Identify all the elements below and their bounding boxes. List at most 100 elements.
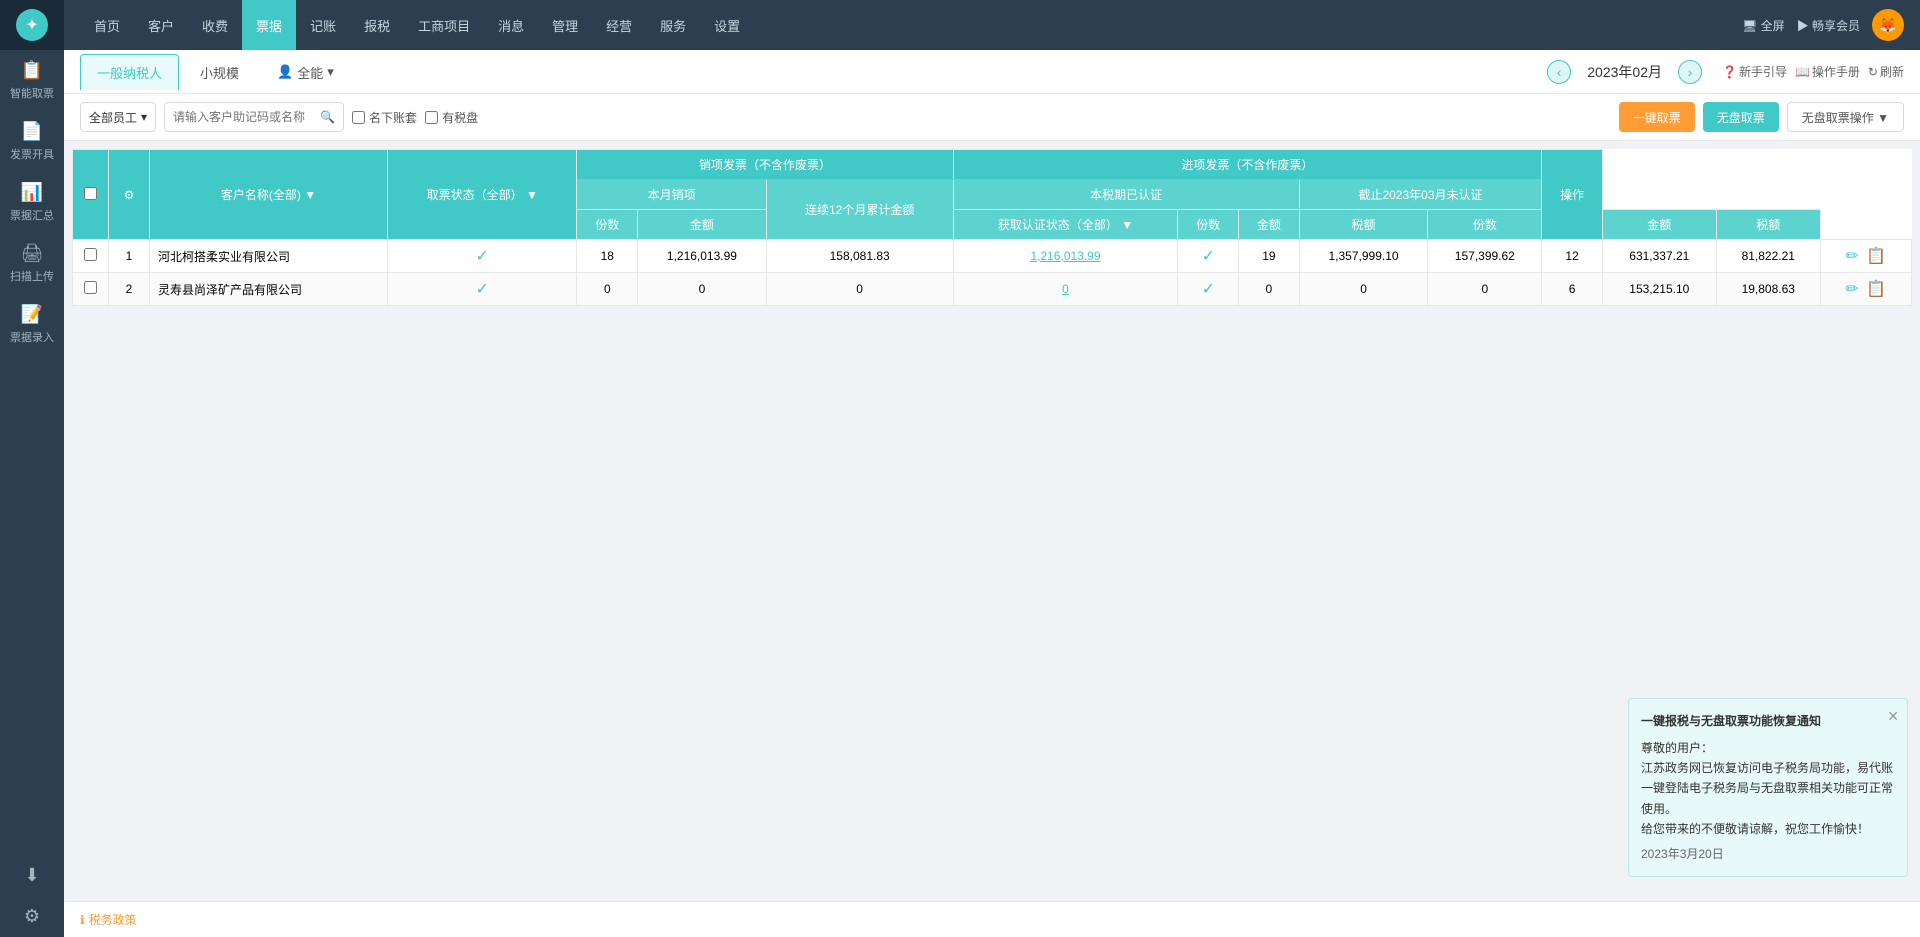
sidebar-item-invoice-issue[interactable]: 📄 发票开具 bbox=[0, 111, 64, 172]
member-btn[interactable]: ▶ 畅享会员 bbox=[1797, 17, 1860, 34]
notification-close-btn[interactable]: ✕ bbox=[1887, 705, 1899, 729]
row-uncert-amount: 631,337.21 bbox=[1602, 240, 1716, 273]
prev-period-btn[interactable]: ‹ bbox=[1547, 60, 1571, 84]
row-num: 1 bbox=[109, 240, 150, 273]
nav-home[interactable]: 首页 bbox=[80, 0, 134, 50]
th-status[interactable]: 取票状态（全部） ▼ bbox=[387, 150, 577, 240]
sidebar-item-smart-fetch[interactable]: 📋 智能取票 bbox=[0, 50, 64, 111]
tax-policy-link[interactable]: ℹ 税务政策 bbox=[80, 911, 137, 928]
user-avatar[interactable]: 🦊 bbox=[1872, 9, 1904, 41]
nav-management[interactable]: 管理 bbox=[538, 0, 592, 50]
th-cumulative: 连续12个月累计金额 bbox=[766, 180, 953, 240]
search-icon[interactable]: 🔍 bbox=[320, 110, 335, 124]
next-period-btn[interactable]: › bbox=[1678, 60, 1702, 84]
nav-business[interactable]: 工商项目 bbox=[404, 0, 484, 50]
th-uncert-count: 份数 bbox=[1428, 210, 1542, 240]
row-uncert-tax: 19,808.63 bbox=[1716, 273, 1820, 306]
top-navigation: 首页 客户 收费 票据 记账 报税 工商项目 消息 管理 经营 服务 设置 🖥 … bbox=[64, 0, 1920, 50]
row-cur-cert-tax: 0 bbox=[1428, 273, 1542, 306]
row-status: ✓ bbox=[387, 273, 577, 306]
row-cert-status: ✓ bbox=[1178, 273, 1239, 306]
tax-disk-checkbox-label[interactable]: 有税盘 bbox=[425, 109, 478, 126]
th-uncert-amount: 金额 bbox=[1602, 210, 1716, 240]
invoice-table: ⚙ 客户名称(全部) ▼ 取票状态（全部） ▼ 销项发票（不含作废票） 进项发票… bbox=[72, 149, 1912, 306]
sidebar-item-settings[interactable]: ⚙ bbox=[0, 896, 64, 937]
row-month-tax: 158,081.83 bbox=[766, 240, 953, 273]
staff-selector[interactable]: 全部员工 ▾ bbox=[80, 102, 156, 132]
tab-small-scale[interactable]: 小规模 bbox=[183, 54, 256, 90]
refresh-btn[interactable]: ↻ 刷新 bbox=[1868, 63, 1904, 80]
row-checkbox[interactable] bbox=[84, 248, 97, 261]
th-uncert-tax: 税额 bbox=[1716, 210, 1820, 240]
row-uncert-count: 12 bbox=[1542, 240, 1603, 273]
copy-btn[interactable]: 📋 bbox=[1866, 281, 1886, 298]
th-before-march: 截止2023年03月未认证 bbox=[1299, 180, 1542, 210]
invoice-summary-icon: 📊 bbox=[21, 182, 43, 203]
th-checkbox bbox=[73, 150, 109, 240]
period-label: 2023年02月 bbox=[1579, 62, 1670, 82]
fullscreen-btn[interactable]: 🖥 全屏 bbox=[1742, 17, 1785, 34]
sidebar-item-download[interactable]: ⬇ bbox=[0, 855, 64, 896]
no-disk-ops-btn[interactable]: 无盘取票操作 ▼ bbox=[1787, 102, 1904, 132]
nav-invoice[interactable]: 票据 bbox=[242, 0, 296, 50]
staff-label: 全部员工 bbox=[89, 109, 137, 126]
info-icon: ℹ bbox=[80, 913, 85, 927]
row-cur-cert-amount: 1,357,999.10 bbox=[1299, 240, 1428, 273]
manual-btn[interactable]: 📖 操作手册 bbox=[1795, 63, 1860, 80]
row-cumulative: 1,216,013.99 bbox=[953, 240, 1178, 273]
row-cur-cert-amount: 0 bbox=[1299, 273, 1428, 306]
account-checkbox-label[interactable]: 名下账套 bbox=[352, 109, 417, 126]
dropdown-icon: ▾ bbox=[141, 110, 147, 124]
nav-billing[interactable]: 收费 bbox=[188, 0, 242, 50]
search-wrap: 🔍 bbox=[164, 102, 344, 132]
sidebar-item-invoice-summary[interactable]: 📊 票据汇总 bbox=[0, 172, 64, 233]
settings-icon: ⚙ bbox=[24, 906, 40, 927]
select-all-checkbox[interactable] bbox=[84, 187, 97, 200]
nav-customer[interactable]: 客户 bbox=[134, 0, 188, 50]
no-disk-fetch-btn[interactable]: 无盘取票 bbox=[1703, 102, 1779, 132]
download-icon: ⬇ bbox=[24, 865, 39, 886]
toolbar-right: 一键取票 无盘取票 无盘取票操作 ▼ bbox=[1619, 102, 1904, 132]
row-customer: 灵寿县尚泽矿产品有限公司 bbox=[150, 273, 388, 306]
period-navigation: ‹ 2023年02月 › bbox=[1547, 60, 1702, 84]
refresh-icon: ↻ bbox=[1868, 65, 1878, 79]
table-row: 1 河北柯搭柔实业有限公司 ✓ 18 1,216,013.99 158,081.… bbox=[73, 240, 1912, 273]
nav-tax[interactable]: 报税 bbox=[350, 0, 404, 50]
th-cert-status[interactable]: 获取认证状态（全部） ▼ bbox=[953, 210, 1178, 240]
nav-settings[interactable]: 设置 bbox=[700, 0, 754, 50]
sidebar-bottom: ⬇ ⚙ bbox=[0, 855, 64, 937]
new-guide-btn[interactable]: ❓ 新手引导 bbox=[1722, 63, 1787, 80]
one-click-fetch-btn[interactable]: 一键取票 bbox=[1619, 102, 1695, 132]
sidebar-item-invoice-entry[interactable]: 📝 票据录入 bbox=[0, 294, 64, 355]
nav-service[interactable]: 服务 bbox=[646, 0, 700, 50]
topnav-right: 🖥 全屏 ▶ 畅享会员 🦊 bbox=[1742, 9, 1904, 41]
row-actions: ✏ 📋 bbox=[1820, 240, 1911, 273]
tab-general-taxpayer[interactable]: 一般纳税人 bbox=[80, 54, 179, 90]
row-cur-cert-count: 19 bbox=[1239, 240, 1300, 273]
notification-title: 一键报税与无盘取票功能恢复通知 bbox=[1641, 711, 1895, 731]
search-input[interactable] bbox=[173, 110, 320, 124]
row-cur-cert-tax: 157,399.62 bbox=[1428, 240, 1542, 273]
account-checkbox[interactable] bbox=[352, 111, 365, 124]
edit-btn[interactable]: ✏ bbox=[1846, 248, 1859, 265]
row-uncert-tax: 81,822.21 bbox=[1716, 240, 1820, 273]
copy-btn[interactable]: 📋 bbox=[1866, 248, 1886, 265]
nav-message[interactable]: 消息 bbox=[484, 0, 538, 50]
row-month-count: 18 bbox=[577, 240, 638, 273]
nav-accounting[interactable]: 记账 bbox=[296, 0, 350, 50]
row-checkbox[interactable] bbox=[84, 281, 97, 294]
sidebar-item-scan-upload[interactable]: 🖨 扫描上传 bbox=[0, 233, 64, 294]
th-purch-amount: 金额 bbox=[1239, 210, 1300, 240]
tax-disk-checkbox[interactable] bbox=[425, 111, 438, 124]
question-icon: ❓ bbox=[1722, 65, 1737, 79]
nav-operation[interactable]: 经营 bbox=[592, 0, 646, 50]
edit-btn[interactable]: ✏ bbox=[1846, 281, 1859, 298]
th-sales-amount: 金额 bbox=[638, 210, 767, 240]
notification-body: 尊敬的用户： 江苏政务网已恢复访问电子税务局功能，易代账一键登陆电子税务局与无盘… bbox=[1641, 738, 1895, 840]
footer: ℹ 税务政策 bbox=[64, 901, 1920, 937]
row-cert-status: ✓ bbox=[1178, 240, 1239, 273]
th-month-sales: 本月销项 bbox=[577, 180, 766, 210]
logo: ✦ bbox=[0, 0, 64, 50]
tab-all[interactable]: 👤 全能 ▾ bbox=[260, 54, 351, 90]
th-customer[interactable]: 客户名称(全部) ▼ bbox=[150, 150, 388, 240]
